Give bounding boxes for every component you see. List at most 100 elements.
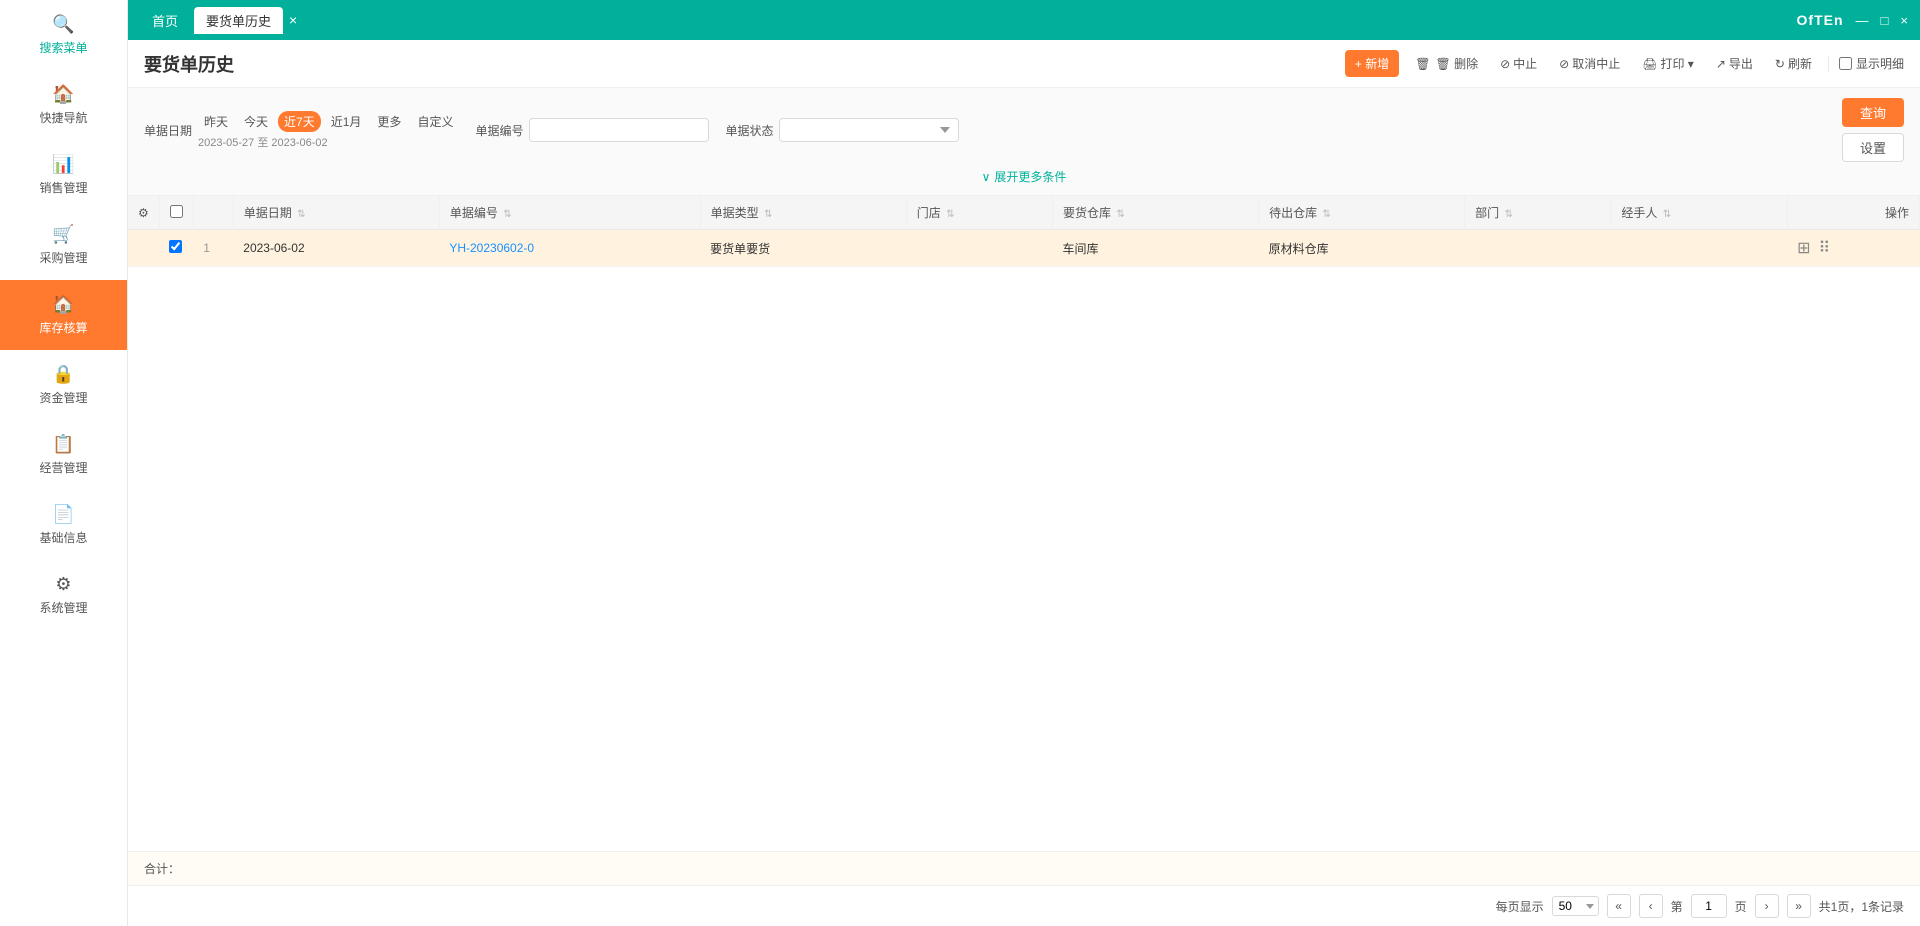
date-pill-yesterday[interactable]: 昨天: [198, 111, 234, 132]
prev-page-button[interactable]: ‹: [1639, 894, 1663, 918]
store-col-header[interactable]: 门店 ⇅: [906, 196, 1052, 230]
window-maximize-icon[interactable]: □: [1881, 13, 1889, 28]
table-settings-icon[interactable]: ⚙: [138, 206, 149, 220]
table-header-row: ⚙ 单据日期 ⇅ 单据编号 ⇅: [128, 196, 1920, 230]
sidebar-item-label: 采购管理: [39, 249, 87, 266]
refresh-button[interactable]: ↻ 刷新: [1769, 51, 1818, 76]
doc-no-filter-group: 单据编号: [475, 118, 709, 142]
topbar: 首页 要货单历史 × OfTEn — □ ×: [128, 0, 1920, 40]
sidebar-item-operations[interactable]: 📋 经营管理: [0, 420, 127, 490]
row-checkbox[interactable]: [169, 240, 182, 253]
last-page-button[interactable]: »: [1787, 894, 1811, 918]
row-handler-cell: [1611, 230, 1787, 267]
date-filter-label: 单据日期: [144, 122, 192, 139]
date-col-header[interactable]: 单据日期 ⇅: [233, 196, 439, 230]
brand-label: OfTEn: [1797, 12, 1844, 28]
date-pill-today[interactable]: 今天: [238, 111, 274, 132]
total-info: 共1页，1条记录: [1819, 898, 1904, 915]
doc-no-input[interactable]: [529, 118, 709, 142]
print-button[interactable]: 🖨 打印 ▾: [1636, 51, 1700, 76]
cancel-stop-button[interactable]: ⊘ 取消中止: [1553, 51, 1626, 76]
sidebar-item-search[interactable]: 🔍 搜索菜单: [0, 0, 127, 70]
checkbox-col-header[interactable]: [159, 196, 193, 230]
show-detail-label: 显示明细: [1856, 55, 1904, 72]
filter-bar: 单据日期 昨天 今天 近7天 近1月 更多 自定义 2023-05-27 至 2…: [128, 88, 1920, 196]
sidebar-item-inventory[interactable]: 🏠 库存核算: [0, 280, 127, 350]
sidebar: 🔍 搜索菜单 🏠 快捷导航 📊 销售管理 🛒 采购管理 🏠 库存核算 🔒 资金管…: [0, 0, 128, 926]
row-num-cell: 1: [193, 230, 233, 267]
show-detail-checkbox[interactable]: [1839, 57, 1852, 70]
export-icon: ↗: [1716, 57, 1726, 71]
page-label-pre: 第: [1671, 898, 1683, 915]
date-pill-custom[interactable]: 自定义: [411, 111, 459, 132]
inventory-icon: 🏠: [52, 294, 74, 315]
export-button[interactable]: ↗ 导出: [1710, 51, 1759, 76]
row-edit-icon[interactable]: ⊞: [1797, 238, 1810, 258]
sidebar-item-system[interactable]: ⚙ 系统管理: [0, 560, 127, 630]
content-area: 要货单历史 + 新增 🗑 🗑 删除 ⊘ 中止 ⊘ 取消中止 🖨 打印 ▾: [128, 40, 1920, 926]
refresh-icon: ↻: [1775, 57, 1785, 71]
date-sort-icon: ⇅: [297, 209, 305, 220]
pagination: 每页显示 50 10 20 100 « ‹ 第 页 › » 共1页，1条记录: [128, 885, 1920, 926]
window-minimize-icon[interactable]: —: [1856, 13, 1869, 28]
row-doc-no-cell[interactable]: YH-20230602-0: [439, 230, 700, 267]
date-pill-1month[interactable]: 近1月: [325, 111, 368, 132]
pending-warehouse-col-header[interactable]: 待出仓库 ⇅: [1259, 196, 1465, 230]
sidebar-item-label: 经营管理: [39, 459, 87, 476]
row-more-icon[interactable]: ⠿: [1819, 238, 1831, 258]
date-pill-more[interactable]: 更多: [371, 111, 407, 132]
clipboard-icon: 📋: [52, 434, 74, 455]
first-page-button[interactable]: «: [1607, 894, 1631, 918]
print-icon: 🖨: [1642, 57, 1657, 71]
summary-label: 合计：: [144, 860, 180, 877]
req-warehouse-col-header[interactable]: 要货仓库 ⇅: [1053, 196, 1259, 230]
date-pills: 昨天 今天 近7天 近1月 更多 自定义: [198, 111, 459, 132]
query-button[interactable]: 查询: [1842, 98, 1904, 127]
chart-icon: 📊: [52, 154, 74, 175]
filter-actions: 查询 设置: [1842, 98, 1904, 162]
page-header: 要货单历史 + 新增 🗑 🗑 删除 ⊘ 中止 ⊘ 取消中止 🖨 打印 ▾: [128, 40, 1920, 88]
window-close-icon[interactable]: ×: [1900, 13, 1908, 28]
handler-col-header[interactable]: 经手人 ⇅: [1611, 196, 1787, 230]
row-store-cell: [906, 230, 1052, 267]
sidebar-item-basic-info[interactable]: 📄 基础信息: [0, 490, 127, 560]
pending-warehouse-sort-icon: ⇅: [1322, 209, 1330, 220]
stop-button[interactable]: ⊘ 中止: [1494, 51, 1543, 76]
sidebar-item-purchase[interactable]: 🛒 采购管理: [0, 210, 127, 280]
row-icon-cell: [128, 230, 159, 267]
delete-icon: 🗑: [1415, 57, 1430, 71]
search-icon: 🔍: [52, 14, 74, 35]
next-page-button[interactable]: ›: [1755, 894, 1779, 918]
doc-type-col-header[interactable]: 单据类型 ⇅: [700, 196, 906, 230]
row-date-cell: 2023-06-02: [233, 230, 439, 267]
sidebar-item-sales[interactable]: 📊 销售管理: [0, 140, 127, 210]
tab-home[interactable]: 首页: [140, 7, 190, 34]
date-pill-7days[interactable]: 近7天: [278, 111, 321, 132]
per-page-select[interactable]: 50 10 20 100: [1552, 896, 1599, 916]
doc-no-col-header[interactable]: 单据编号 ⇅: [439, 196, 700, 230]
table-row: 1 2023-06-02 YH-20230602-0 要货单要货 车间库 原材料…: [128, 230, 1920, 267]
delete-button[interactable]: 🗑 🗑 删除: [1409, 51, 1484, 76]
stop-icon: ⊘: [1500, 57, 1510, 71]
setting-button[interactable]: 设置: [1842, 133, 1904, 162]
lock-icon: 🔒: [52, 364, 74, 385]
page-unit-label: 页: [1735, 898, 1747, 915]
main-table: ⚙ 单据日期 ⇅ 单据编号 ⇅: [128, 196, 1920, 267]
sidebar-item-finance[interactable]: 🔒 资金管理: [0, 350, 127, 420]
toolbar-divider: [1828, 56, 1829, 72]
expand-more-button[interactable]: ∨ 展开更多条件: [144, 168, 1904, 185]
doc-no-link[interactable]: YH-20230602-0: [449, 241, 534, 255]
sidebar-item-quick-nav[interactable]: 🏠 快捷导航: [0, 70, 127, 140]
new-button[interactable]: + 新增: [1345, 50, 1399, 77]
page-number-input[interactable]: [1691, 894, 1727, 918]
tab-active[interactable]: 要货单历史: [194, 7, 283, 34]
row-checkbox-cell[interactable]: [159, 230, 193, 267]
department-col-header[interactable]: 部门 ⇅: [1465, 196, 1611, 230]
status-select[interactable]: [779, 118, 959, 142]
req-warehouse-sort-icon: ⇅: [1116, 209, 1124, 220]
tab-close-icon[interactable]: ×: [289, 12, 297, 28]
show-detail-checkbox-label[interactable]: 显示明细: [1839, 55, 1904, 72]
select-all-checkbox[interactable]: [170, 205, 183, 218]
gear-icon: ⚙: [55, 574, 71, 595]
settings-col-header[interactable]: ⚙: [128, 196, 159, 230]
